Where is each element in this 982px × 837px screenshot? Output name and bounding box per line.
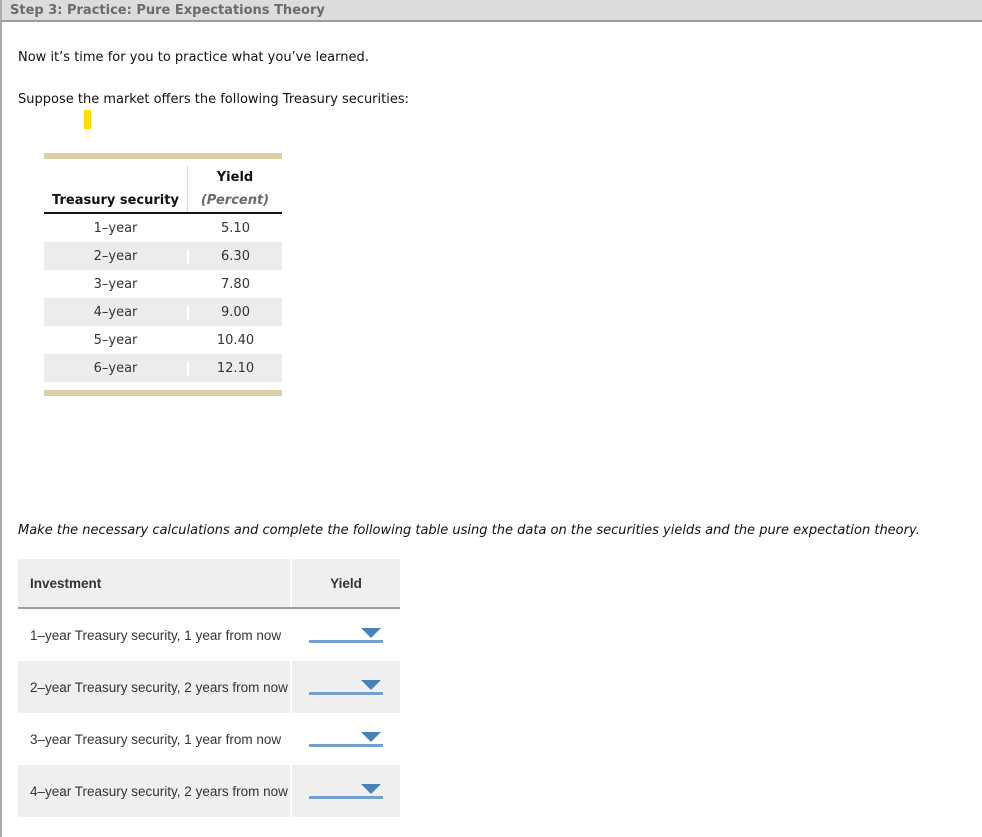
content-area: Now it’s time for you to practice what y…: [2, 50, 982, 817]
security-cell: 6–year: [44, 361, 187, 376]
answer-table-header: Investment Yield: [18, 559, 400, 609]
step-title: Step 3: Practice: Pure Expectations Theo…: [10, 3, 325, 18]
answer-row: 3–year Treasury security, 1 year from no…: [18, 713, 400, 765]
yield-answer-cell: [290, 609, 400, 661]
step-title-bar: Step 3: Practice: Pure Expectations Theo…: [2, 0, 982, 22]
instruction-text: Make the necessary calculations and comp…: [18, 523, 958, 538]
yield-cell: 12.10: [187, 361, 282, 376]
security-cell: 5–year: [44, 333, 187, 348]
investment-label: 1–year Treasury security, 1 year from no…: [18, 628, 290, 643]
yield-cell: 7.80: [187, 277, 282, 292]
investment-label: 4–year Treasury security, 2 years from n…: [18, 784, 290, 799]
chevron-down-icon: [361, 628, 381, 638]
investment-label: 2–year Treasury security, 2 years from n…: [18, 680, 290, 695]
yield-column-header: Yield: [290, 559, 400, 607]
security-column-header: Treasury security: [44, 189, 187, 212]
yield-cell: 9.00: [187, 305, 282, 320]
yield-cell: 6.30: [187, 249, 282, 264]
chevron-down-icon: [361, 732, 381, 742]
header-spacer: [44, 166, 187, 189]
table-row: 2–year 6.30: [44, 242, 282, 270]
answer-table: Investment Yield 1–year Treasury securit…: [18, 559, 400, 817]
table-row: 6–year 12.10: [44, 354, 282, 382]
answer-row: 4–year Treasury security, 2 years from n…: [18, 765, 400, 817]
yield-cell: 5.10: [187, 221, 282, 236]
yield-dropdown[interactable]: [309, 679, 383, 695]
yield-dropdown[interactable]: [309, 731, 383, 747]
answer-row: 1–year Treasury security, 1 year from no…: [18, 609, 400, 661]
investment-label: 3–year Treasury security, 1 year from no…: [18, 732, 290, 747]
answer-row: 2–year Treasury security, 2 years from n…: [18, 661, 400, 713]
table-bottom-border: [44, 390, 282, 396]
chevron-down-icon: [361, 680, 381, 690]
table-row: 1–year 5.10: [44, 214, 282, 242]
percent-column-subheader: (Percent): [187, 189, 282, 212]
intro-text-1: Now it’s time for you to practice what y…: [18, 50, 982, 65]
yield-column-header: Yield: [187, 166, 282, 189]
table-bottom-gap: [44, 382, 282, 390]
yield-dropdown[interactable]: [309, 627, 383, 643]
page-container: Step 3: Practice: Pure Expectations Theo…: [0, 0, 982, 837]
security-cell: 2–year: [44, 249, 187, 264]
security-cell: 3–year: [44, 277, 187, 292]
table-row: 3–year 7.80: [44, 270, 282, 298]
intro-text-2: Suppose the market offers the following …: [18, 92, 982, 107]
yield-cell: 10.40: [187, 333, 282, 348]
securities-table: Yield Treasury security (Percent) 1–year…: [44, 153, 282, 396]
securities-table-header: Yield Treasury security (Percent): [44, 159, 282, 214]
yield-answer-cell: [290, 713, 400, 765]
yield-dropdown[interactable]: [309, 783, 383, 799]
text-cursor-highlight: [84, 110, 91, 129]
yield-answer-cell: [290, 765, 400, 817]
chevron-down-icon: [361, 784, 381, 794]
security-cell: 4–year: [44, 305, 187, 320]
table-row: 4–year 9.00: [44, 298, 282, 326]
yield-answer-cell: [290, 661, 400, 713]
investment-column-header: Investment: [18, 559, 290, 607]
table-row: 5–year 10.40: [44, 326, 282, 354]
security-cell: 1–year: [44, 221, 187, 236]
